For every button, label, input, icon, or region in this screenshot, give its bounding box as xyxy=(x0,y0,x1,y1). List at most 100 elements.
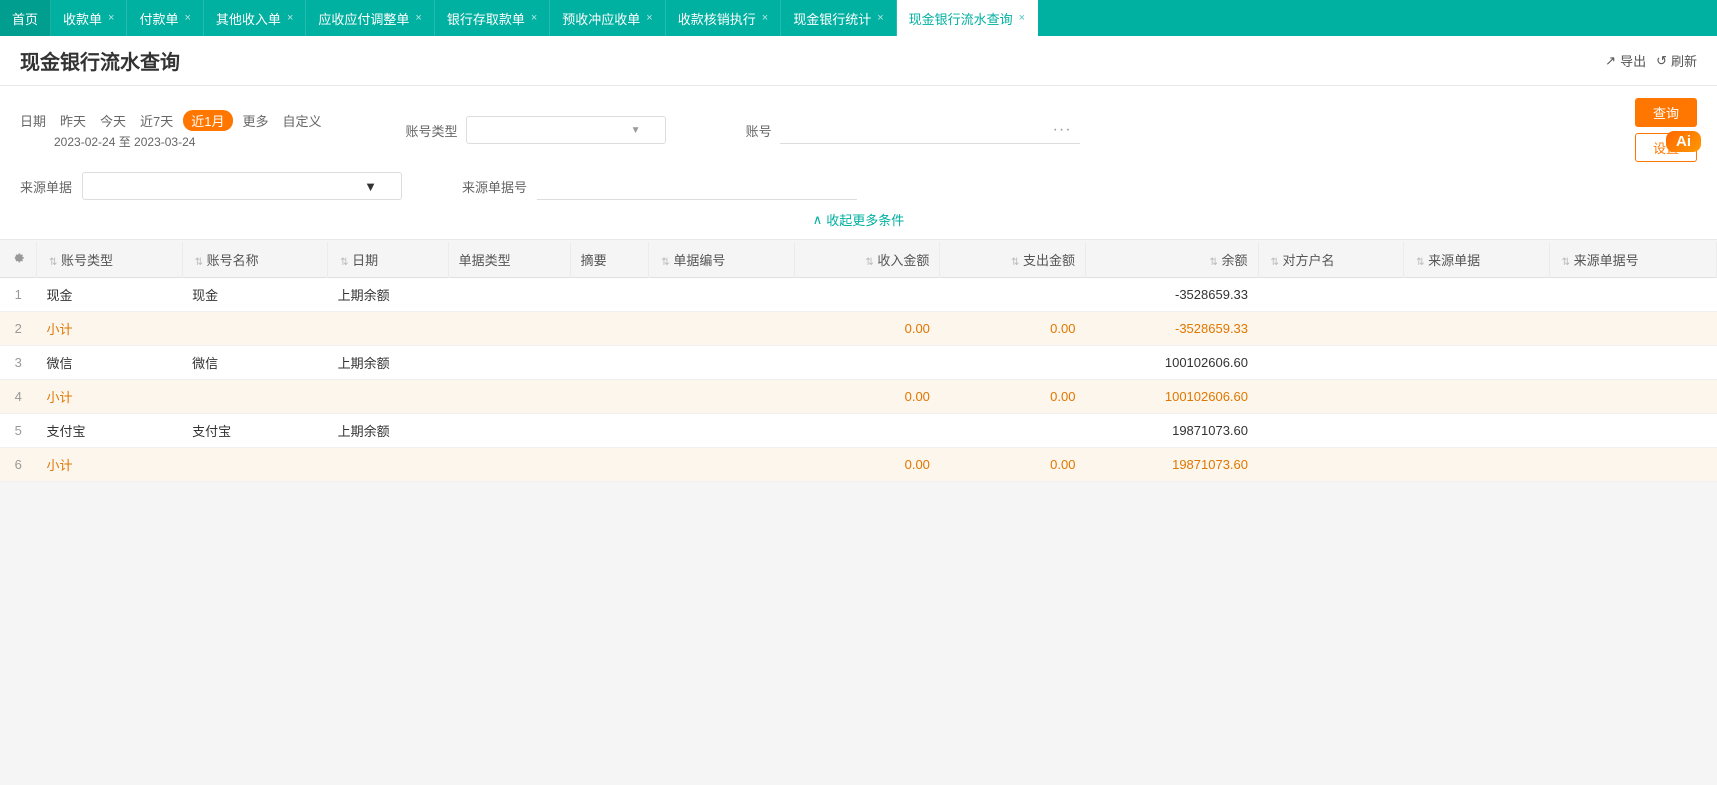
cell-account-type: 小计 xyxy=(37,380,183,414)
nav-tab-receipts[interactable]: 收款单 × xyxy=(51,0,127,36)
th-date[interactable]: ⇅ 日期 xyxy=(328,242,448,278)
data-table-container: ⇅ 账号类型 ⇅ 账号名称 ⇅ 日期 单据类型 摘要 ⇅ xyxy=(0,242,1717,482)
cell-income xyxy=(794,414,940,448)
close-icon[interactable]: × xyxy=(646,12,652,24)
cell-account-type: 微信 xyxy=(37,346,183,380)
date-range-text: 2023-02-24 至 2023-03-24 xyxy=(54,135,195,149)
chevron-down-icon: ▼ xyxy=(364,179,377,194)
th-expense[interactable]: ⇅ 支出金额 xyxy=(940,242,1086,278)
close-icon[interactable]: × xyxy=(762,12,768,24)
filter-row-1: 日期 昨天 今天 近7天 近1月 更多 自定义 2023-02-24 至 202… xyxy=(20,98,1697,162)
th-source-doc-no[interactable]: ⇅ 来源单据号 xyxy=(1549,242,1716,278)
cell-summary xyxy=(570,380,649,414)
cell-account-name: 现金 xyxy=(182,278,328,312)
page-header: 现金银行流水查询 ↗ 导出 ↺ 刷新 Ai xyxy=(0,36,1717,86)
th-account-type[interactable]: ⇅ 账号类型 xyxy=(37,242,183,278)
date-opt-more[interactable]: 更多 xyxy=(239,110,273,131)
sort-icon: ⇅ xyxy=(49,257,57,268)
cell-balance: 100102606.60 xyxy=(1085,346,1258,380)
account-no-label: 账号 xyxy=(746,121,772,140)
cell-counterparty xyxy=(1258,448,1404,482)
sort-icon: ⇅ xyxy=(1562,257,1570,268)
cell-account-name xyxy=(182,312,328,346)
nav-tab-home[interactable]: 首页 xyxy=(0,0,51,36)
th-income[interactable]: ⇅ 收入金额 xyxy=(794,242,940,278)
source-doc-no-label: 来源单据号 xyxy=(462,177,527,196)
date-filter-label: 日期 xyxy=(20,111,46,130)
close-icon[interactable]: × xyxy=(287,12,293,24)
account-type-filter: 账号类型 ▼ xyxy=(406,116,666,144)
th-doc-no[interactable]: ⇅ 单据编号 xyxy=(649,242,795,278)
chevron-up-icon: ∧ xyxy=(813,212,823,228)
nav-tab-adjustment[interactable]: 应收应付调整单 × xyxy=(306,0,434,36)
table-row: 5 支付宝 支付宝 上期余额 19871073.60 xyxy=(0,414,1717,448)
th-gear xyxy=(0,242,37,278)
th-counterparty[interactable]: ⇅ 对方户名 xyxy=(1258,242,1404,278)
query-button[interactable]: 查询 xyxy=(1635,98,1697,127)
cell-doc-no xyxy=(649,346,795,380)
close-icon[interactable]: × xyxy=(877,12,883,24)
table-row: 1 现金 现金 上期余额 -3528659.33 xyxy=(0,278,1717,312)
date-opt-1month[interactable]: 近1月 xyxy=(183,110,232,131)
account-type-select[interactable]: ▼ xyxy=(466,116,666,144)
th-balance[interactable]: ⇅ 余额 xyxy=(1085,242,1258,278)
nav-tab-bank-deposit[interactable]: 银行存取款单 × xyxy=(435,0,550,36)
sort-icon: ⇅ xyxy=(340,257,348,268)
nav-tab-stats[interactable]: 现金银行统计 × xyxy=(781,0,896,36)
source-doc-no-input[interactable] xyxy=(537,172,857,200)
account-no-filter: 账号 ··· xyxy=(746,116,1080,144)
sort-icon: ⇅ xyxy=(1209,257,1217,268)
nav-tab-prepay[interactable]: 预收冲应收单 × xyxy=(550,0,665,36)
nav-tab-verify[interactable]: 收款核销执行 × xyxy=(666,0,781,36)
nav-tab-payments[interactable]: 付款单 × xyxy=(127,0,203,36)
source-doc-select[interactable]: ▼ xyxy=(82,172,402,200)
stats-tab-label: 现金银行统计 xyxy=(793,9,871,28)
table-row: 3 微信 微信 上期余额 100102606.60 xyxy=(0,346,1717,380)
date-opt-custom[interactable]: 自定义 xyxy=(279,110,326,131)
cell-doc-no xyxy=(649,414,795,448)
cell-source-doc-no xyxy=(1549,346,1716,380)
collapse-bar[interactable]: ∧ 收起更多条件 xyxy=(20,206,1697,231)
date-opt-yesterday[interactable]: 昨天 xyxy=(56,110,90,131)
date-opt-7days[interactable]: 近7天 xyxy=(136,110,177,131)
home-tab-label: 首页 xyxy=(12,9,38,28)
close-icon[interactable]: × xyxy=(1019,12,1025,24)
filter-area: 日期 昨天 今天 近7天 近1月 更多 自定义 2023-02-24 至 202… xyxy=(0,86,1717,240)
close-icon[interactable]: × xyxy=(184,12,190,24)
close-icon[interactable]: × xyxy=(108,12,114,24)
cell-summary xyxy=(570,346,649,380)
cell-income: 0.00 xyxy=(794,380,940,414)
cell-balance: 19871073.60 xyxy=(1085,414,1258,448)
th-account-name[interactable]: ⇅ 账号名称 xyxy=(182,242,328,278)
bank-deposit-tab-label: 银行存取款单 xyxy=(447,9,525,28)
cell-doc-type xyxy=(448,312,570,346)
nav-tab-flow[interactable]: 现金银行流水查询 × xyxy=(897,0,1038,36)
close-icon[interactable]: × xyxy=(531,12,537,24)
ai-badge[interactable]: Ai xyxy=(1666,131,1701,152)
cell-source-doc-no xyxy=(1549,448,1716,482)
flow-tab-label: 现金银行流水查询 xyxy=(909,9,1013,28)
cell-date xyxy=(328,448,448,482)
row-index: 4 xyxy=(0,380,37,414)
export-button[interactable]: ↗ 导出 xyxy=(1605,51,1646,70)
cell-source-doc xyxy=(1404,380,1550,414)
cell-summary xyxy=(570,448,649,482)
cell-source-doc xyxy=(1404,448,1550,482)
top-navigation: 首页 收款单 × 付款单 × 其他收入单 × 应收应付调整单 × 银行存取款单 … xyxy=(0,0,1717,36)
refresh-button[interactable]: ↺ 刷新 xyxy=(1656,51,1697,70)
cell-source-doc xyxy=(1404,312,1550,346)
filter-row-2: 来源单据 ▼ 来源单据号 xyxy=(20,172,1697,200)
more-dots-icon[interactable]: ··· xyxy=(1053,121,1072,139)
cell-income: 0.00 xyxy=(794,312,940,346)
cell-doc-no xyxy=(649,312,795,346)
date-opt-today[interactable]: 今天 xyxy=(96,110,130,131)
cell-source-doc-no xyxy=(1549,278,1716,312)
settings-icon[interactable] xyxy=(10,250,26,266)
close-icon[interactable]: × xyxy=(415,12,421,24)
th-source-doc[interactable]: ⇅ 来源单据 xyxy=(1404,242,1550,278)
cell-summary xyxy=(570,414,649,448)
account-no-input[interactable]: ··· xyxy=(780,116,1080,144)
cell-account-type: 支付宝 xyxy=(37,414,183,448)
nav-tab-other-income[interactable]: 其他收入单 × xyxy=(204,0,306,36)
cell-doc-type xyxy=(448,278,570,312)
